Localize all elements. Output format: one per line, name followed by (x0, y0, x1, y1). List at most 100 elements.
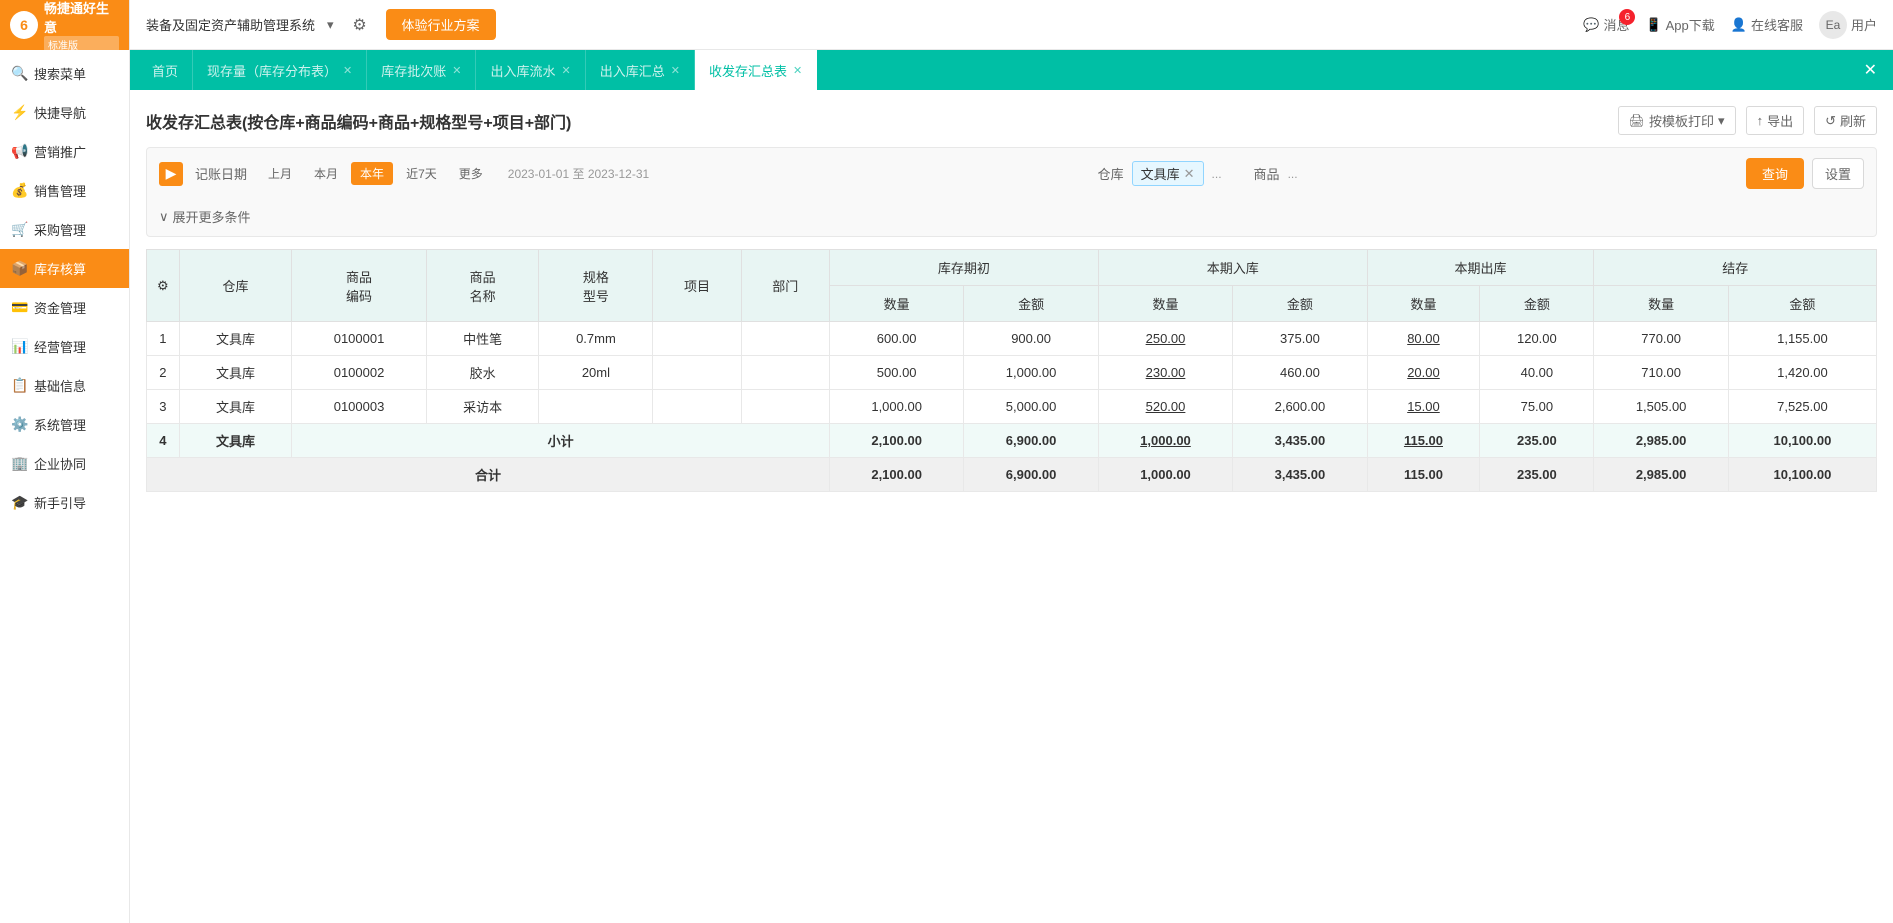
goods-label: 商品 (1254, 164, 1280, 183)
topbar-right: 💬 消息 6 📱 App下载 👤 在线客服 Ea 用户 (1583, 11, 1877, 39)
cell-name-2: 采访本 (426, 390, 539, 424)
total-label: 合计 (147, 458, 830, 492)
th-inbound: 本期入库 (1098, 250, 1367, 286)
subtotal-warehouse: 文具库 (179, 424, 292, 458)
tab-batch[interactable]: 库存批次账 ✕ (367, 50, 476, 90)
user-menu[interactable]: Ea 用户 (1819, 11, 1877, 39)
cell-dept-1 (741, 356, 829, 390)
cell-opening-amount-1: 1,000.00 (964, 356, 1098, 390)
date-range-row: 上月 本月 本年 近7天 更多 (259, 162, 492, 185)
tab-batch-close[interactable]: ✕ (452, 64, 461, 77)
sidebar-item-quick-nav-label: 快捷导航 (34, 103, 86, 122)
export-icon: ↑ (1757, 113, 1764, 128)
cell-inbound-qty-0[interactable]: 250.00 (1098, 322, 1232, 356)
sidebar-item-system[interactable]: ⚙️系统管理 (0, 405, 129, 444)
tab-inventory-dist[interactable]: 现存量（库存分布表） ✕ (193, 50, 367, 90)
tab-stock-summary[interactable]: 收发存汇总表 ✕ (695, 50, 817, 90)
subtotal-inbound-qty[interactable]: 1,000.00 (1098, 424, 1232, 458)
subtotal-closing-amount: 10,100.00 (1728, 424, 1876, 458)
app-download-btn[interactable]: 📱 App下载 (1645, 15, 1714, 34)
th-closing: 结存 (1594, 250, 1877, 286)
notification-btn[interactable]: 💬 消息 6 (1583, 15, 1629, 34)
total-row: 合计 2,100.00 6,900.00 1,000.00 3,435.00 1… (147, 458, 1877, 492)
goods-more-btn[interactable]: ... (1288, 167, 1298, 181)
total-opening-amount: 6,900.00 (964, 458, 1098, 492)
query-btn[interactable]: 查询 (1746, 158, 1804, 189)
warehouse-tag-close[interactable]: ✕ (1184, 166, 1195, 182)
cell-closing-amount-1: 1,420.00 (1728, 356, 1876, 390)
warehouse-label: 仓库 (1098, 164, 1124, 183)
tab-home[interactable]: 首页 (138, 50, 193, 90)
export-btn[interactable]: ↑ 导出 (1746, 106, 1805, 135)
sidebar-item-purchase[interactable]: 🛒采购管理 (0, 210, 129, 249)
cell-dept-2 (741, 390, 829, 424)
cell-warehouse-0: 文具库 (179, 322, 292, 356)
online-service-btn[interactable]: 👤 在线客服 (1731, 15, 1803, 34)
system-icon: ⚙️ (12, 417, 28, 433)
sidebar: 6 畅捷通好生意 标准版 🔍搜索菜单⚡快捷导航📢营销推广💰销售管理🛒采购管理📦库… (0, 0, 130, 923)
sidebar-item-basic-info[interactable]: 📋基础信息 (0, 366, 129, 405)
cell-opening-qty-1: 500.00 (829, 356, 963, 390)
date-btn-last-month[interactable]: 上月 (259, 162, 301, 185)
tab-inventory-dist-label: 现存量（库存分布表） (207, 61, 337, 80)
filter-expand-btn[interactable]: ▶ (159, 162, 183, 186)
date-btn-this-month[interactable]: 本月 (305, 162, 347, 185)
cell-opening-qty-2: 1,000.00 (829, 390, 963, 424)
tabbar: 首页 现存量（库存分布表） ✕ 库存批次账 ✕ 出入库流水 ✕ 出入库汇总 ✕ … (130, 50, 1893, 90)
sidebar-item-inventory[interactable]: 📦库存核算 (0, 249, 129, 288)
trial-button[interactable]: 体验行业方案 (386, 9, 496, 40)
cell-outbound-qty-2[interactable]: 15.00 (1367, 390, 1480, 424)
total-opening-qty: 2,100.00 (829, 458, 963, 492)
date-btn-more[interactable]: 更多 (450, 162, 492, 185)
date-range-text: 2023-01-01 至 2023-12-31 (508, 165, 649, 182)
cell-outbound-qty-0[interactable]: 80.00 (1367, 322, 1480, 356)
sidebar-item-enterprise[interactable]: 🏢企业协同 (0, 444, 129, 483)
filter-settings-btn[interactable]: 设置 (1812, 158, 1864, 189)
system-title: 装备及固定资产辅助管理系统 (146, 15, 315, 34)
cell-closing-amount-0: 1,155.00 (1728, 322, 1876, 356)
cell-outbound-amount-2: 75.00 (1480, 390, 1594, 424)
sidebar-item-inventory-label: 库存核算 (34, 259, 86, 278)
cell-outbound-qty-1[interactable]: 20.00 (1367, 356, 1480, 390)
page-header: 收发存汇总表(按仓库+商品编码+商品+规格型号+项目+部门) 🖨 按模板打印 ▾… (146, 106, 1877, 135)
sidebar-item-finance[interactable]: 💳资金管理 (0, 288, 129, 327)
th-project: 项目 (653, 250, 741, 322)
tab-stock-summary-close[interactable]: ✕ (793, 64, 802, 77)
cell-inbound-amount-1: 460.00 (1233, 356, 1367, 390)
tab-inout-summary-close[interactable]: ✕ (671, 64, 680, 77)
filter-bar: ▶ 记账日期 上月 本月 本年 近7天 更多 2023-01-01 至 2023… (146, 147, 1877, 237)
newbie-icon: 🎓 (12, 495, 28, 511)
cell-code-1: 0100002 (292, 356, 426, 390)
sidebar-item-newbie[interactable]: 🎓 新手引导 (0, 483, 129, 522)
expand-more-row: ∨ 展开更多条件 (159, 207, 251, 226)
sidebar-item-search[interactable]: 🔍搜索菜单 (0, 54, 129, 93)
notification-icon: 💬 (1583, 17, 1599, 33)
sidebar-item-operations[interactable]: 📊经营管理 (0, 327, 129, 366)
cell-inbound-qty-1[interactable]: 230.00 (1098, 356, 1232, 390)
subtotal-index: 4 (147, 424, 180, 458)
subtotal-outbound-qty[interactable]: 115.00 (1367, 424, 1480, 458)
print-btn[interactable]: 🖨 按模板打印 ▾ (1618, 106, 1736, 135)
date-btn-this-year[interactable]: 本年 (351, 162, 393, 185)
warehouse-more-btn[interactable]: ... (1212, 167, 1222, 181)
settings-icon[interactable]: ⚙ (346, 11, 374, 39)
tab-inout-flow[interactable]: 出入库流水 ✕ (476, 50, 585, 90)
tabbar-close-btn[interactable]: ✕ (1856, 60, 1885, 80)
th-settings[interactable]: ⚙ (147, 250, 180, 322)
sidebar-item-newbie-label: 新手引导 (34, 493, 86, 512)
system-dropdown-icon[interactable]: ▾ (327, 17, 334, 33)
refresh-btn[interactable]: ↺ 刷新 (1814, 106, 1877, 135)
sidebar-item-quick-nav[interactable]: ⚡快捷导航 (0, 93, 129, 132)
tab-inout-flow-close[interactable]: ✕ (562, 64, 571, 77)
th-inbound-amount: 金额 (1233, 286, 1367, 322)
sidebar-item-marketing[interactable]: 📢营销推广 (0, 132, 129, 171)
tab-inout-summary-label: 出入库汇总 (600, 61, 665, 80)
cell-inbound-qty-2[interactable]: 520.00 (1098, 390, 1232, 424)
tab-inout-summary[interactable]: 出入库汇总 ✕ (586, 50, 695, 90)
date-btn-7days[interactable]: 近7天 (397, 162, 446, 185)
sidebar-item-sales[interactable]: 💰销售管理 (0, 171, 129, 210)
tab-inventory-dist-close[interactable]: ✕ (343, 64, 352, 77)
expand-more-btn[interactable]: ∨ 展开更多条件 (159, 207, 251, 226)
total-closing-qty: 2,985.00 (1594, 458, 1728, 492)
operations-icon: 📊 (12, 339, 28, 355)
